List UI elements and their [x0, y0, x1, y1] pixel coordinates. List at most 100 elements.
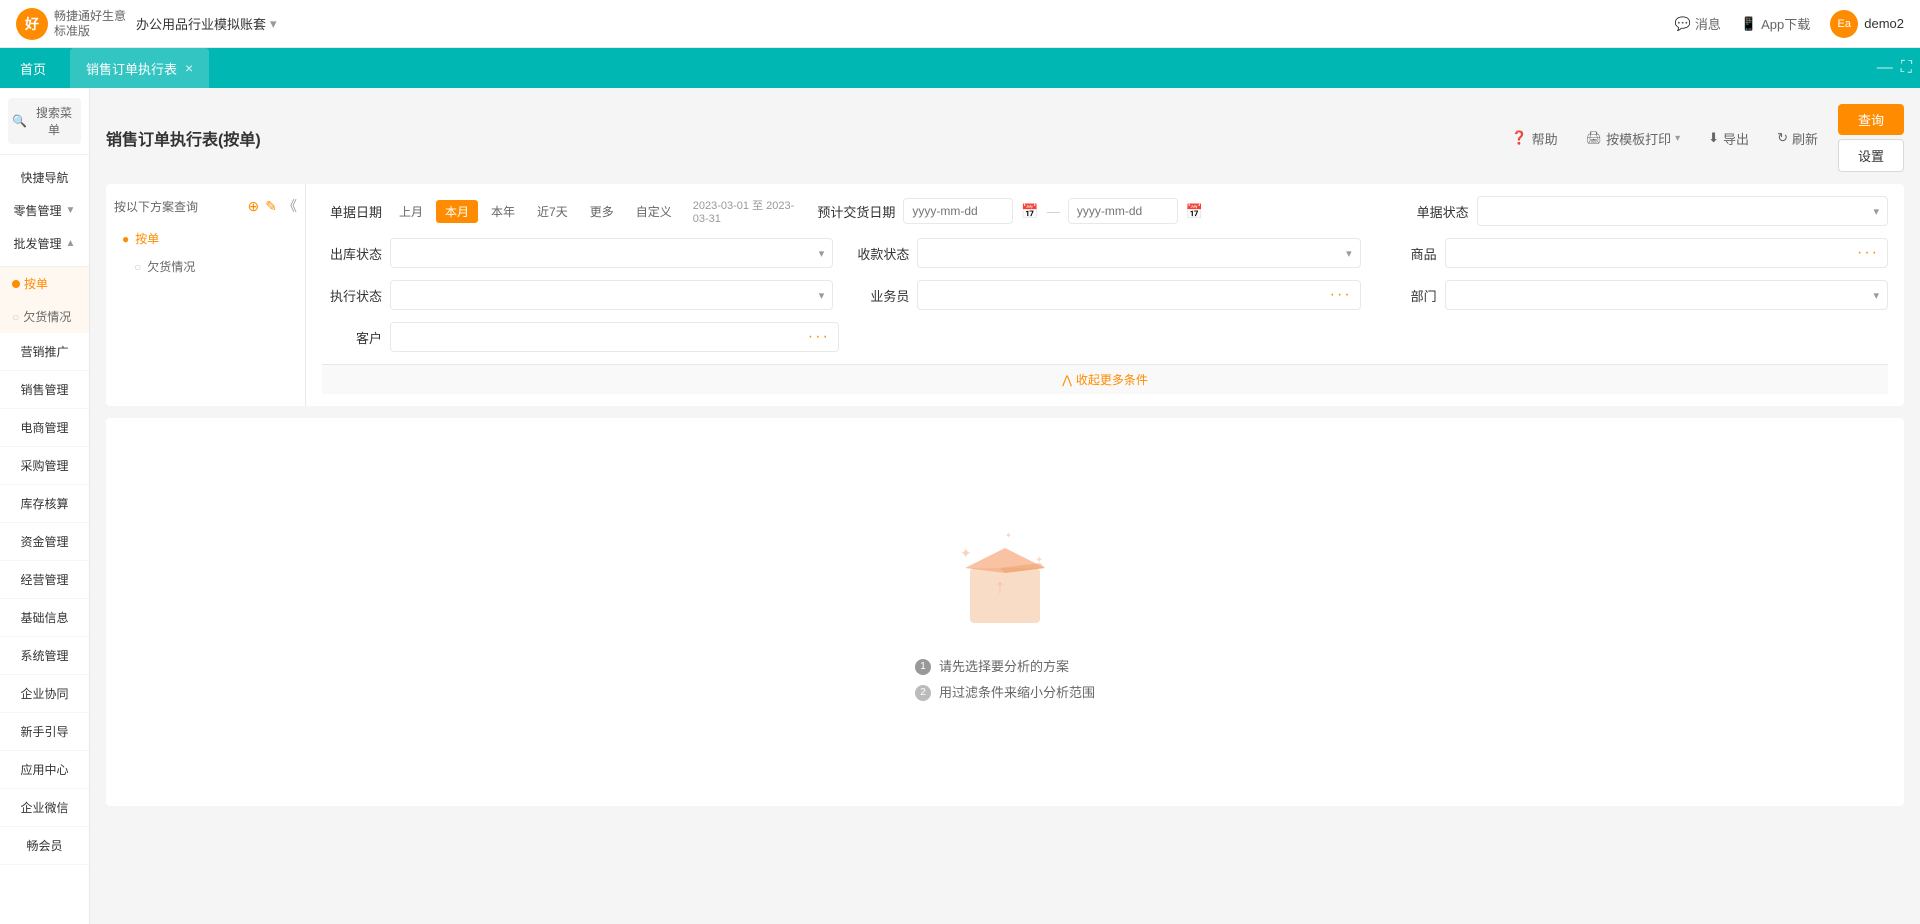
calendar-end-icon[interactable]: 📅	[1186, 203, 1203, 220]
export-button[interactable]: ⬇ 导出	[1700, 125, 1757, 152]
refresh-button[interactable]: ↻ 刷新	[1769, 125, 1826, 152]
refresh-icon: ↻	[1777, 130, 1788, 146]
date-tab-7days[interactable]: 近7天	[528, 200, 577, 223]
sidebar-item-purchase[interactable]: 采购管理	[0, 447, 89, 485]
sidebar-item-retail[interactable]: 零售管理 ▼	[0, 194, 89, 227]
filter-group-customer: 客户 ···	[322, 322, 839, 352]
filter-panel: 按以下方案查询 ⊕ ✎ 《 ● 按单 ○ 欠货情况	[106, 184, 1904, 406]
tab-home[interactable]: 首页	[0, 48, 66, 88]
title-dropdown-icon[interactable]: ▾	[270, 16, 277, 32]
customer-select[interactable]: ···	[390, 322, 839, 352]
date-tab-custom[interactable]: 自定义	[627, 200, 681, 223]
user-area[interactable]: Ea demo2	[1830, 10, 1904, 38]
sidebar-item-system[interactable]: 系统管理	[0, 637, 89, 675]
sidebar-submenu-item-order[interactable]: 按单	[0, 267, 89, 300]
collapse-scheme-icon[interactable]: 《	[283, 196, 297, 216]
salesperson-select[interactable]: ···	[917, 280, 1360, 310]
exec-status-select[interactable]: ▾	[390, 280, 833, 310]
print-button[interactable]: 🖨 按模板打印 ▾	[1578, 125, 1689, 152]
active-dot	[12, 280, 20, 288]
content-area: 销售订单执行表(按单) ❓ 帮助 🖨 按模板打印 ▾ ⬇ 导出	[90, 88, 1920, 924]
app-download-action[interactable]: 📱 App下载	[1741, 14, 1810, 33]
top-bar-left: 好 畅捷通好生意 标准版 办公用品行业模拟账套 ▾	[16, 8, 277, 40]
sidebar-item-apps[interactable]: 应用中心	[0, 751, 89, 789]
collapse-filter-button[interactable]: ⋀ 收起更多条件	[322, 364, 1888, 394]
scheme-active-icon: ●	[122, 232, 129, 246]
result-area: ✦ ✦ ✦ ↑ 1 请先选择要分析的方案 2 用过滤条件来缩小分析范	[106, 418, 1904, 806]
search-button[interactable]: 查询	[1838, 104, 1904, 135]
sidebar-item-shortcut[interactable]: 快捷导航	[0, 161, 89, 194]
empty-text: 1 请先选择要分析的方案 2 用过滤条件来缩小分析范围	[915, 654, 1095, 706]
filter-scheme-title: 按以下方案查询 ⊕ ✎ 《	[114, 196, 297, 216]
tab-minimize-icon[interactable]: —	[1877, 59, 1893, 77]
tab-bar-right: — ⛶	[1877, 59, 1920, 77]
help-button[interactable]: ❓ 帮助	[1503, 125, 1565, 152]
add-scheme-icon[interactable]: ⊕	[248, 198, 260, 215]
filter-group-collect-status: 收款状态 ▾	[849, 238, 1360, 268]
empty-step-1: 1 请先选择要分析的方案	[915, 654, 1095, 680]
search-icon: 🔍	[12, 114, 27, 128]
filter-row-4: 客户 ···	[322, 322, 1888, 352]
product-select[interactable]: ···	[1445, 238, 1888, 268]
sidebar-item-ecommerce[interactable]: 电商管理	[0, 409, 89, 447]
calendar-start-icon[interactable]: 📅	[1021, 203, 1038, 220]
filter-group-exec-status: 执行状态 ▾	[322, 280, 833, 310]
tab-maximize-icon[interactable]: ⛶	[1901, 59, 1912, 77]
shortage-icon: ○	[12, 310, 19, 324]
product-more-icon[interactable]: ···	[1857, 244, 1879, 262]
out-status-select[interactable]: ▾	[390, 238, 833, 268]
filter-group-product: 商品 ···	[1377, 238, 1888, 268]
scheme-sub-shortage[interactable]: ○ 欠货情况	[114, 253, 297, 280]
sidebar-item-operations[interactable]: 经营管理	[0, 561, 89, 599]
sidebar-menu: 营销推广 销售管理 电商管理 采购管理 库存核算 资金管理 经营管理 基础信息	[0, 333, 89, 924]
scheme-item-order[interactable]: ● 按单	[114, 224, 297, 253]
search-menu-button[interactable]: 🔍 搜索菜单	[8, 98, 81, 144]
tab-active[interactable]: 销售订单执行表 ×	[70, 48, 209, 88]
settings-button[interactable]: 设置	[1838, 139, 1904, 172]
date-tab-more[interactable]: 更多	[581, 200, 623, 223]
salesperson-label: 业务员	[849, 286, 909, 305]
date-tab-thismonth[interactable]: 本月	[436, 200, 478, 223]
tab-bar: 首页 销售订单执行表 × — ⛶	[0, 48, 1920, 88]
svg-text:✦: ✦	[960, 545, 972, 561]
sidebar-item-sales[interactable]: 销售管理	[0, 371, 89, 409]
collect-status-select[interactable]: ▾	[917, 238, 1360, 268]
sidebar-item-basic[interactable]: 基础信息	[0, 599, 89, 637]
sidebar-item-cooperation[interactable]: 企业协同	[0, 675, 89, 713]
expected-date-label: 预计交货日期	[817, 202, 895, 221]
page-content: 销售订单执行表(按单) ❓ 帮助 🖨 按模板打印 ▾ ⬇ 导出	[90, 88, 1920, 924]
doc-status-select[interactable]: ▾	[1477, 196, 1888, 226]
tab-close-icon[interactable]: ×	[185, 60, 193, 76]
edit-scheme-icon[interactable]: ✎	[265, 198, 277, 215]
sidebar-item-marketing[interactable]: 营销推广	[0, 333, 89, 371]
export-icon: ⬇	[1708, 130, 1719, 146]
dept-select[interactable]: ▾	[1445, 280, 1888, 310]
doc-status-label: 单据状态	[1409, 202, 1469, 221]
print-icon: 🖨	[1586, 130, 1603, 146]
sidebar-item-inventory[interactable]: 库存核算	[0, 485, 89, 523]
sidebar-item-finance[interactable]: 资金管理	[0, 523, 89, 561]
doc-status-arrow-icon: ▾	[1873, 205, 1879, 218]
wholesale-arrow-icon: ▲	[66, 238, 76, 249]
customer-more-icon[interactable]: ···	[808, 328, 830, 346]
message-action[interactable]: 💬 消息	[1675, 14, 1721, 33]
expected-date-start-input[interactable]	[903, 198, 1013, 224]
date-tab-lastmonth[interactable]: 上月	[390, 200, 432, 223]
empty-state: ✦ ✦ ✦ ↑ 1 请先选择要分析的方案 2 用过滤条件来缩小分析范	[106, 438, 1904, 786]
sidebar-submenu-item-shortage[interactable]: ○ 欠货情况	[0, 300, 89, 333]
logo-icon: 好	[16, 8, 48, 40]
wholesale-submenu: 按单 ○ 欠货情况	[0, 267, 89, 333]
expected-date-end-input[interactable]	[1068, 198, 1178, 224]
filter-left-icons: ⊕ ✎ 《	[248, 196, 297, 216]
sidebar-item-wholesale[interactable]: 批发管理 ▲	[0, 227, 89, 260]
collapse-icon: ⋀	[1062, 373, 1072, 387]
salesperson-more-icon[interactable]: ···	[1330, 286, 1352, 304]
sidebar-item-members[interactable]: 畅会员	[0, 827, 89, 865]
step1-num: 1	[915, 659, 931, 675]
filter-group-dept: 部门 ▾	[1377, 280, 1888, 310]
sidebar-item-wechat[interactable]: 企业微信	[0, 789, 89, 827]
top-bar: 好 畅捷通好生意 标准版 办公用品行业模拟账套 ▾ 💬 消息 📱 App下载 E…	[0, 0, 1920, 48]
date-tab-thisyear[interactable]: 本年	[482, 200, 524, 223]
sidebar-item-guide[interactable]: 新手引导	[0, 713, 89, 751]
exec-status-arrow-icon: ▾	[819, 289, 825, 302]
